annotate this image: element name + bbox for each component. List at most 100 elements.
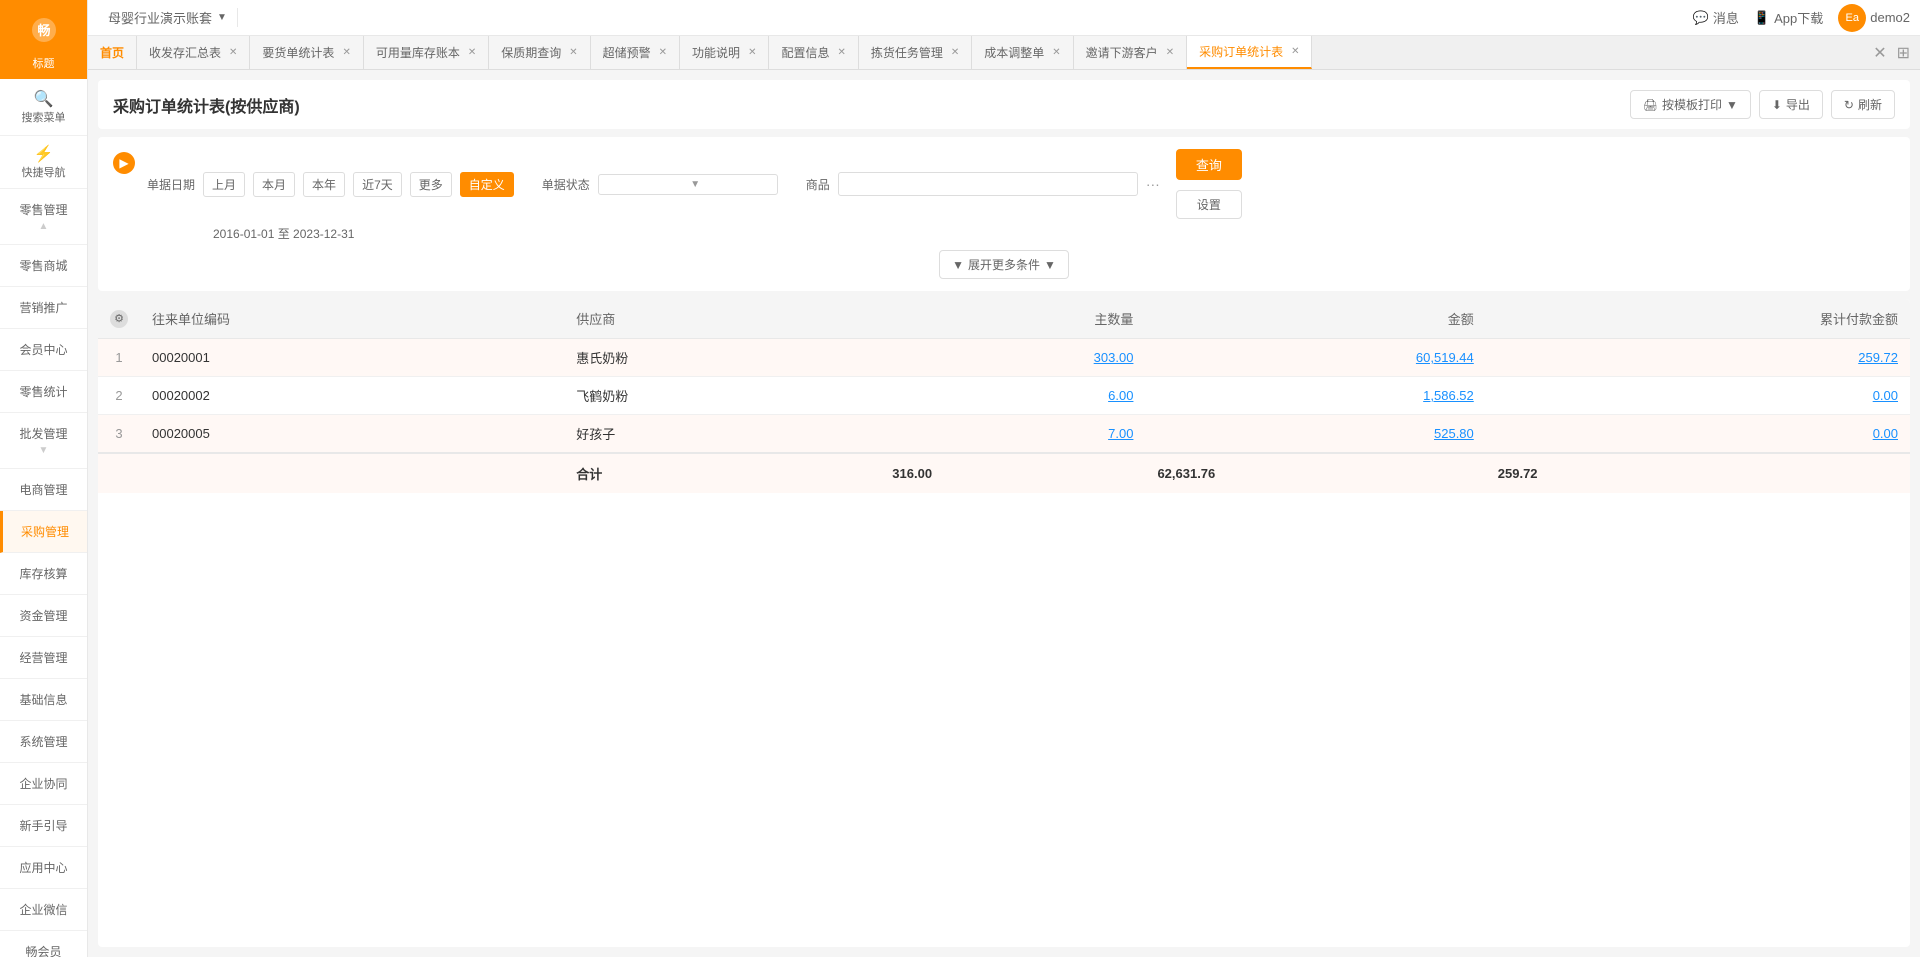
tab-cost-adjust-label: 成本调整单 [984, 44, 1044, 61]
sidebar-item-wholesale-management[interactable]: 批发管理 ▼ [0, 413, 87, 469]
amount[interactable]: 525.80 [1145, 415, 1485, 454]
message-btn[interactable]: 💬 消息 [1693, 8, 1739, 27]
tab-goods-stats[interactable]: 要货单统计表 ✕ [250, 36, 363, 69]
tab-function-guide[interactable]: 功能说明 ✕ [680, 36, 769, 69]
tab-close-icon-8[interactable]: ✕ [951, 47, 959, 58]
finance-label: 资金管理 [19, 607, 67, 624]
tab-purchase-order-stats[interactable]: 采购订单统计表 ✕ [1187, 36, 1312, 69]
date-last-month-btn[interactable]: 上月 [203, 172, 245, 197]
export-button[interactable]: ⬇ 导出 [1759, 90, 1823, 119]
date-custom-btn[interactable]: 自定义 [460, 172, 514, 197]
tab-close-all-icon[interactable]: ✕ [1873, 43, 1886, 63]
sidebar-item-retail-mall[interactable]: 零售商城 [0, 245, 87, 287]
marketing-label: 营销推广 [19, 299, 67, 316]
date-this-month-btn[interactable]: 本月 [253, 172, 295, 197]
date-range-display: 2016-01-01 至 2023-12-31 [213, 225, 354, 242]
cumulative-payment[interactable]: 259.72 [1486, 339, 1910, 377]
tab-close-icon[interactable]: ✕ [229, 47, 237, 58]
cumulative-payment[interactable]: 0.00 [1486, 415, 1910, 454]
sidebar-item-basics[interactable]: 基础信息 [0, 679, 87, 721]
more-filters-icon[interactable]: ··· [1146, 176, 1160, 192]
row-num: 3 [98, 415, 140, 454]
tab-close-icon-7[interactable]: ✕ [837, 47, 845, 58]
tab-close-icon-10[interactable]: ✕ [1166, 47, 1174, 58]
date-more-btn[interactable]: 更多 [410, 172, 452, 197]
amount[interactable]: 60,519.44 [1145, 339, 1485, 377]
col-settings[interactable]: ⚙ [98, 299, 140, 339]
settings-gear-icon[interactable]: ⚙ [110, 310, 128, 328]
sidebar-item-marketing[interactable]: 营销推广 [0, 287, 87, 329]
cumulative-payment[interactable]: 0.00 [1486, 377, 1910, 415]
tab-available-stock[interactable]: 可用量库存账本 ✕ [364, 36, 489, 69]
main-qty[interactable]: 6.00 [880, 377, 1145, 415]
expand-more-btn[interactable]: ▼ 展开更多条件 ▼ [939, 250, 1069, 279]
sidebar-item-purchase-management[interactable]: 采购管理 [0, 511, 87, 553]
tab-close-icon-5[interactable]: ✕ [659, 47, 667, 58]
tab-close-icon-9[interactable]: ✕ [1052, 47, 1060, 58]
tab-expiry-query[interactable]: 保质期查询 ✕ [489, 36, 590, 69]
page-title: 采购订单统计表(按供应商) [113, 93, 300, 117]
user-profile[interactable]: Ea demo2 [1838, 4, 1910, 32]
footer-cumulative-payment: 259.72 [1486, 453, 1910, 493]
sidebar-item-member[interactable]: 畅会员 [0, 931, 87, 957]
tab-home-label: 首页 [100, 44, 124, 61]
tab-invite-downstream[interactable]: 邀请下游客户 ✕ [1074, 36, 1187, 69]
refresh-button[interactable]: ↻ 刷新 [1831, 90, 1895, 119]
sidebar-item-inventory[interactable]: 库存核算 [0, 553, 87, 595]
main-qty[interactable]: 303.00 [880, 339, 1145, 377]
wholesale-label: 批发管理 [19, 425, 67, 442]
supplier-name: 惠氏奶粉 [564, 339, 880, 377]
quick-nav[interactable]: ⚡ 快捷导航 [0, 136, 87, 189]
enterprise-label: 企业协同 [19, 775, 67, 792]
row-num: 1 [98, 339, 140, 377]
logo[interactable]: 畅 标题 [0, 0, 87, 79]
collapse-toggle[interactable]: ▶ [113, 152, 135, 174]
query-button[interactable]: 查询 [1176, 149, 1242, 180]
tab-close-icon-4[interactable]: ✕ [569, 47, 577, 58]
workspace-selector[interactable]: 母婴行业演示账套 ▼ [98, 8, 238, 27]
print-button[interactable]: 🖨 按模板打印 ▼ [1630, 90, 1751, 119]
print-dropdown-arrow: ▼ [1726, 98, 1738, 112]
date-this-year-btn[interactable]: 本年 [303, 172, 345, 197]
table-body: 1 00020001 惠氏奶粉 303.00 60,519.44 259.72 … [98, 339, 1910, 454]
ecommerce-label: 电商管理 [19, 481, 67, 498]
sidebar-item-finance[interactable]: 资金管理 [0, 595, 87, 637]
tab-available-stock-label: 可用量库存账本 [376, 44, 460, 61]
tab-overstock-warning[interactable]: 超储预警 ✕ [591, 36, 680, 69]
avatar: Ea [1838, 4, 1866, 32]
tab-cost-adjust[interactable]: 成本调整单 ✕ [972, 36, 1073, 69]
status-select[interactable]: ▼ [598, 174, 778, 195]
tab-maximize-icon[interactable]: ⊞ [1897, 43, 1910, 63]
app-download-btn[interactable]: 📱 App下载 [1754, 8, 1823, 27]
sidebar-item-app-center[interactable]: 应用中心 [0, 847, 87, 889]
tab-receive-send[interactable]: 收发存汇总表 ✕ [137, 36, 250, 69]
table-row: 3 00020005 好孩子 7.00 525.80 0.00 [98, 415, 1910, 454]
goods-input[interactable] [838, 172, 1138, 196]
tab-close-icon-11[interactable]: ✕ [1291, 46, 1299, 57]
tab-picking-task[interactable]: 拣货任务管理 ✕ [859, 36, 972, 69]
col-amount: 金额 [1145, 299, 1485, 339]
tab-config-info[interactable]: 配置信息 ✕ [769, 36, 858, 69]
sidebar-item-new-guide[interactable]: 新手引导 [0, 805, 87, 847]
tab-close-icon-6[interactable]: ✕ [748, 47, 756, 58]
page-content: 采购订单统计表(按供应商) 🖨 按模板打印 ▼ ⬇ 导出 ↻ 刷新 [88, 70, 1920, 957]
sidebar-item-operations[interactable]: 经营管理 [0, 637, 87, 679]
tab-close-icon-3[interactable]: ✕ [468, 47, 476, 58]
date-7days-btn[interactable]: 近7天 [353, 172, 402, 197]
sidebar-item-retail-management[interactable]: 零售管理 ▲ [0, 189, 87, 245]
sidebar-item-retail-stats[interactable]: 零售统计 [0, 371, 87, 413]
sidebar-item-ecommerce[interactable]: 电商管理 [0, 469, 87, 511]
sidebar-item-system[interactable]: 系统管理 [0, 721, 87, 763]
sidebar-item-member-center[interactable]: 会员中心 [0, 329, 87, 371]
filter-date-range-row: 2016-01-01 至 2023-12-31 [147, 225, 1895, 242]
logo-icon: 畅 [30, 16, 58, 44]
table-footer: 合计 316.00 62,631.76 259.72 [98, 453, 1910, 493]
sidebar-item-enterprise-wechat[interactable]: 企业微信 [0, 889, 87, 931]
amount[interactable]: 1,586.52 [1145, 377, 1485, 415]
main-qty[interactable]: 7.00 [880, 415, 1145, 454]
tab-home[interactable]: 首页 [88, 36, 137, 69]
search-menu[interactable]: 🔍 搜索菜单 [0, 79, 87, 136]
settings-button[interactable]: 设置 [1176, 190, 1242, 219]
tab-close-icon-2[interactable]: ✕ [342, 47, 350, 58]
sidebar-item-enterprise[interactable]: 企业协同 [0, 763, 87, 805]
